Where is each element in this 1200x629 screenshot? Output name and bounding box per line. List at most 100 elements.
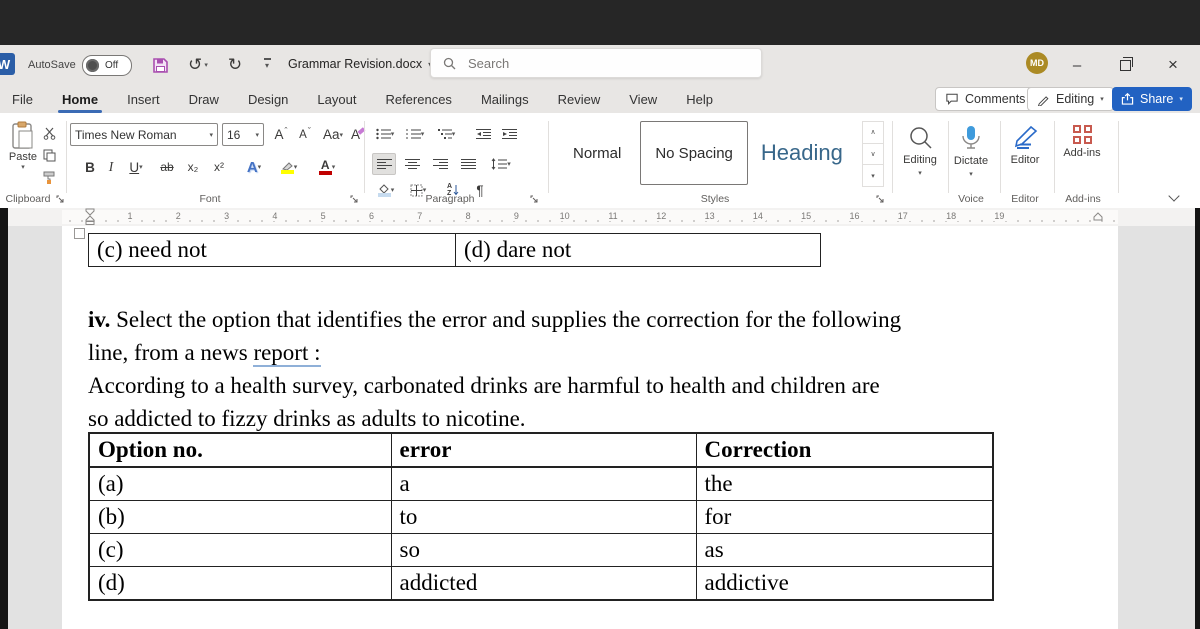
text-effects-button[interactable]: A ▾ <box>240 155 268 179</box>
font-dialog-launcher[interactable] <box>348 193 360 205</box>
editing-mode-button[interactable]: Editing ▾ <box>1027 87 1114 111</box>
cut-button[interactable] <box>38 123 60 143</box>
options-table-cell[interactable]: (c) <box>88 533 392 567</box>
restore-button[interactable] <box>1106 45 1144 85</box>
table-cell[interactable]: (c) need not <box>88 233 456 267</box>
styles-scrollbar[interactable]: ∧ ∨ ▾ <box>862 121 884 187</box>
decrease-indent-button[interactable] <box>472 123 494 145</box>
styles-dialog-launcher[interactable] <box>874 193 886 205</box>
options-table-cell[interactable]: as <box>695 533 994 567</box>
options-table-header-cell[interactable]: Option no. <box>88 432 392 468</box>
options-table-cell[interactable]: the <box>695 466 994 501</box>
paragraph-dialog-launcher[interactable] <box>528 193 540 205</box>
indent-marker-right[interactable] <box>1092 212 1104 222</box>
copy-button[interactable] <box>38 145 60 165</box>
options-table-header-cell[interactable]: error <box>390 432 697 468</box>
format-painter-button[interactable] <box>38 167 60 187</box>
ruler[interactable]: 1 2 3 4 5 6 7 8 9 10 11 12 13 14 15 16 17 18 19 <box>0 208 1200 226</box>
clipboard-dialog-launcher[interactable] <box>54 193 66 205</box>
styles-scroll-up-icon[interactable]: ∧ <box>863 122 883 144</box>
quick-access-overflow-button[interactable]: ▾ <box>258 58 276 72</box>
question-line[interactable]: so addicted to fizzy drinks as adults to… <box>88 402 901 435</box>
answer-options-table[interactable]: (c) need not (d) dare not <box>88 233 821 267</box>
question-line[interactable]: According to a health survey, carbonated… <box>88 369 901 402</box>
multilevel-list-button[interactable]: ▾ <box>432 123 460 145</box>
options-table-cell[interactable]: (b) <box>88 500 392 534</box>
styles-scroll-down-icon[interactable]: ∨ <box>863 144 883 166</box>
question-text[interactable]: iv. Select the option that identifies th… <box>88 303 901 435</box>
style-card-heading[interactable]: Heading <box>751 121 852 185</box>
search-bar[interactable] <box>430 48 762 78</box>
options-table-cell[interactable]: (a) <box>88 466 392 501</box>
bullets-button[interactable]: ▾ <box>372 123 398 145</box>
italic-button[interactable]: I <box>102 155 120 179</box>
options-table-cell[interactable]: to <box>390 500 697 534</box>
options-table-header-cell[interactable]: Correction <box>695 432 994 468</box>
search-input[interactable] <box>466 54 730 72</box>
increase-indent-button[interactable] <box>498 123 520 145</box>
options-table-cell[interactable]: addictive <box>695 566 994 601</box>
menu-tab-review[interactable]: Review <box>556 92 603 107</box>
options-table-cell[interactable]: addicted <box>390 566 697 601</box>
autosave-toggle[interactable]: Off <box>82 55 132 76</box>
document-title[interactable]: Grammar Revision.docx ▾ <box>288 57 432 71</box>
align-left-button[interactable] <box>372 153 396 175</box>
numbering-button[interactable]: ▾ <box>402 123 428 145</box>
paste-button[interactable]: Paste ▾ <box>6 121 40 189</box>
question-line[interactable]: iv. Select the option that identifies th… <box>88 303 901 336</box>
options-table-cell[interactable]: a <box>390 466 697 501</box>
justify-button[interactable] <box>456 153 480 175</box>
menu-tab-draw[interactable]: Draw <box>187 92 221 107</box>
font-color-button[interactable]: A ▾ <box>312 155 342 179</box>
menu-tab-insert[interactable]: Insert <box>125 92 162 107</box>
shrink-font-button[interactable]: A ˇ <box>294 123 316 146</box>
comments-button[interactable]: Comments <box>935 87 1036 111</box>
editor-button[interactable]: Editor <box>998 125 1052 166</box>
word-logo-icon[interactable]: W <box>0 53 15 75</box>
clear-formatting-button[interactable]: A <box>348 123 368 146</box>
subscript-button[interactable]: x₂ <box>182 155 204 179</box>
grow-font-button[interactable]: A ˆ <box>270 123 292 146</box>
superscript-button[interactable]: x² <box>208 155 230 179</box>
style-card-normal[interactable]: Normal <box>558 121 637 185</box>
strikethrough-button[interactable]: ab <box>156 155 178 179</box>
close-button[interactable]: × <box>1154 45 1192 85</box>
redo-button[interactable]: ↻ <box>222 53 248 77</box>
bold-button[interactable]: B <box>80 155 100 179</box>
undo-button[interactable]: ↺ ▾ <box>180 53 216 77</box>
menu-tab-file[interactable]: File <box>10 92 35 107</box>
menu-tab-design[interactable]: Design <box>246 92 290 107</box>
align-right-button[interactable] <box>428 153 452 175</box>
minimize-button[interactable]: – <box>1058 45 1096 85</box>
change-case-button[interactable]: Aa ▾ <box>318 123 348 146</box>
question-line[interactable]: line, from a news report : <box>88 336 901 369</box>
menu-tab-mailings[interactable]: Mailings <box>479 92 531 107</box>
options-table-cell[interactable]: for <box>695 500 994 534</box>
menu-tab-help[interactable]: Help <box>684 92 715 107</box>
add-ins-button[interactable]: Add-ins <box>1052 125 1112 159</box>
underline-button[interactable]: U ▾ <box>122 155 150 179</box>
menu-tab-home[interactable]: Home <box>57 92 103 113</box>
styles-more-icon[interactable]: ▾ <box>863 165 883 186</box>
line-spacing-button[interactable]: ▾ <box>486 153 516 175</box>
document-page[interactable]: (c) need not (d) dare not iv. Select the… <box>62 226 1118 629</box>
align-center-button[interactable] <box>400 153 424 175</box>
menu-tab-view[interactable]: View <box>627 92 659 107</box>
menu-tab-references[interactable]: References <box>383 92 453 107</box>
dictate-button[interactable]: Dictate ▾ <box>944 125 998 178</box>
table-move-handle[interactable] <box>74 228 85 239</box>
style-card-no-spacing[interactable]: No Spacing <box>640 121 748 185</box>
editing-group-button[interactable]: Editing ▾ <box>893 125 947 177</box>
save-button[interactable] <box>147 55 173 75</box>
account-avatar[interactable]: MD <box>1026 52 1048 74</box>
options-table-cell[interactable]: (d) <box>88 566 392 601</box>
font-name-combo[interactable]: Times New Roman ▾ <box>70 123 218 146</box>
options-table[interactable]: Option no. error Correction (a) a the (b) to fo… <box>88 432 994 601</box>
options-table-cell[interactable]: so <box>390 533 697 567</box>
indent-markers-left[interactable] <box>84 208 96 225</box>
table-cell[interactable]: (d) dare not <box>455 233 821 267</box>
collapse-ribbon-button[interactable] <box>1166 189 1182 203</box>
menu-tab-layout[interactable]: Layout <box>315 92 358 107</box>
share-button[interactable]: Share ▾ <box>1112 87 1192 111</box>
font-size-combo[interactable]: 16 ▾ <box>222 123 264 146</box>
